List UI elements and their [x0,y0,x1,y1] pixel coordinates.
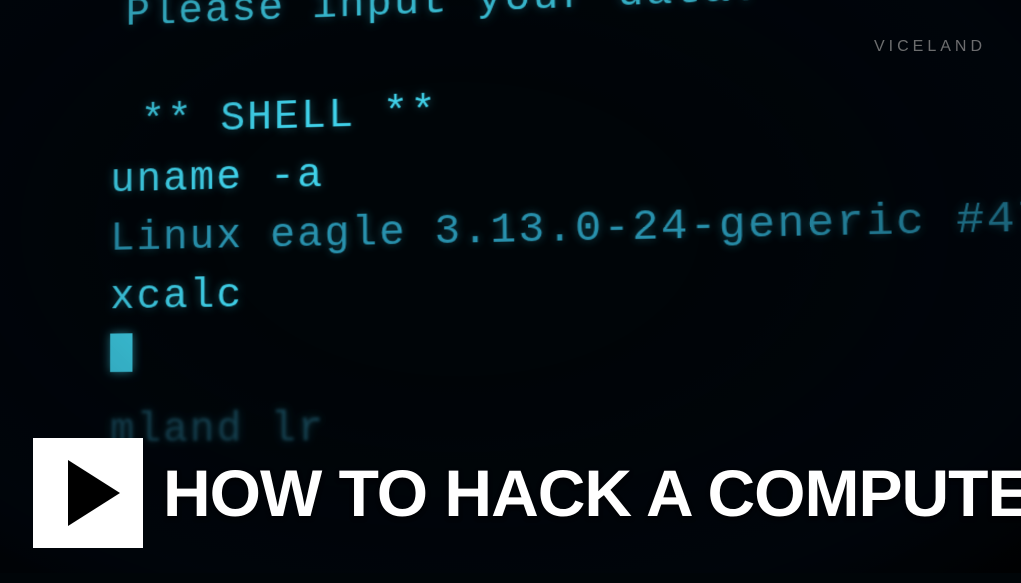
channel-watermark: VICELAND [874,38,986,56]
play-icon [68,460,120,526]
video-overlay: HOW TO HACK A COMPUTER [33,438,1021,548]
video-title: HOW TO HACK A COMPUTER [163,460,1021,526]
play-button[interactable] [33,438,143,548]
